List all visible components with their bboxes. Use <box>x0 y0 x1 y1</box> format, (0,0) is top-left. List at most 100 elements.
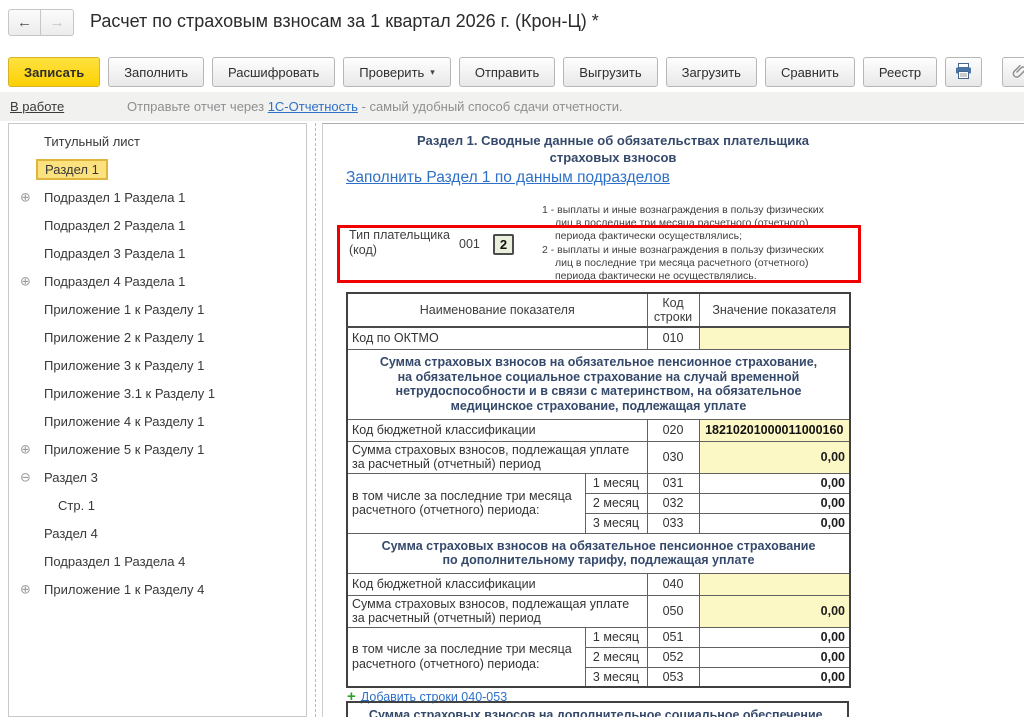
sidebar-item-section3[interactable]: ⊖ Раздел 3 <box>9 463 306 491</box>
month-label: 3 месяц <box>584 666 648 688</box>
chevron-down-icon: ▾ <box>430 66 435 77</box>
table-section1-header: Сумма страховых взносов на обязательное … <box>346 348 851 420</box>
sidebar-item-appendix2-1[interactable]: Приложение 2 к Разделу 1 <box>9 323 306 351</box>
table-row-oktmo: Код по ОКТМО 010 <box>346 326 851 350</box>
row-code: 040 <box>646 572 700 596</box>
row-code: 030 <box>646 440 700 474</box>
month-label: 3 месяц <box>584 512 648 534</box>
row-code: 033 <box>646 512 700 534</box>
compare-button[interactable]: Сравнить <box>764 57 855 87</box>
sidebar-item-appendix1-1[interactable]: Приложение 1 к Разделу 1 <box>9 295 306 323</box>
kbk-020-value-field[interactable]: 18210201000011000160 <box>698 418 851 442</box>
sidebar-item-label: Приложение 3.1 к Разделу 1 <box>44 385 216 401</box>
month-052-value-field[interactable]: 0,00 <box>698 646 851 668</box>
sidebar-item-label-active: Раздел 1 <box>36 158 108 180</box>
payer-type-input[interactable]: 2 <box>493 234 514 255</box>
forward-arrow-icon: → <box>49 14 65 31</box>
print-button[interactable] <box>945 57 983 87</box>
1c-reporting-link[interactable]: 1С-Отчетность <box>268 99 358 114</box>
sidebar-item-section4[interactable]: Раздел 4 <box>9 519 306 547</box>
toolbar: Записать Заполнить Расшифровать Проверит… <box>8 57 1024 87</box>
panel-splitter[interactable] <box>315 123 316 717</box>
sidebar-item-subsection3-1[interactable]: Подраздел 3 Раздела 1 <box>9 239 306 267</box>
attach-button[interactable] <box>1002 57 1024 87</box>
kbk-040-value-field[interactable] <box>698 572 851 596</box>
table-row-030: Сумма страховых взносов, подлежащая упла… <box>346 440 851 474</box>
sidebar-item-label: Подраздел 1 Раздела 4 <box>44 553 186 569</box>
app-window: ← → Расчет по страховым взносам за 1 ква… <box>0 0 1024 717</box>
table-row-050: Сумма страховых взносов, подлежащая упла… <box>346 594 851 628</box>
sidebar-item-label: Приложение 4 к Разделу 1 <box>44 413 205 429</box>
month-label: 2 месяц <box>584 646 648 668</box>
status-message-suffix: - самый удобный способ сдачи отчетности. <box>361 99 623 114</box>
row-code: 053 <box>646 666 700 688</box>
col-header-name: Наименование показателя <box>346 292 648 328</box>
sidebar-item-appendix1-4[interactable]: ⊕ Приложение 1 к Разделу 4 <box>9 575 306 603</box>
expand-plus-icon[interactable]: ⊕ <box>20 191 31 204</box>
month-label: 2 месяц <box>584 492 648 514</box>
forward-button[interactable]: → <box>41 9 74 36</box>
sidebar-item-label: Приложение 1 к Разделу 1 <box>44 301 205 317</box>
save-button[interactable]: Записать <box>8 57 101 87</box>
decipher-button[interactable]: Расшифровать <box>212 57 336 87</box>
row-name: Код бюджетной классификации <box>346 572 648 596</box>
section1-header-text: Сумма страховых взносов на обязательное … <box>346 348 851 420</box>
sidebar-item-label: Приложение 3 к Разделу 1 <box>44 357 205 373</box>
sidebar-item-section3-page1[interactable]: Стр. 1 <box>9 491 306 519</box>
sidebar-item-label: Раздел 4 <box>44 525 98 541</box>
sidebar-item-label: Подраздел 1 Раздела 1 <box>44 189 186 205</box>
sidebar-item-label: Титульный лист <box>44 133 141 149</box>
expand-plus-icon[interactable]: ⊕ <box>20 583 31 596</box>
row-code: 051 <box>646 626 700 648</box>
sidebar-item-subsection4-1[interactable]: ⊕ Подраздел 4 Раздела 1 <box>9 267 306 295</box>
sidebar-item-appendix3_1-1[interactable]: Приложение 3.1 к Разделу 1 <box>9 379 306 407</box>
oktmo-value-field[interactable] <box>698 326 851 350</box>
payer-type-hint-1: 1 - выплаты и иные вознаграждения в поль… <box>542 204 824 243</box>
total-050-value-field[interactable]: 0,00 <box>698 594 851 628</box>
col-header-code: Код строки <box>646 292 700 328</box>
month-051-value-field[interactable]: 0,00 <box>698 626 851 648</box>
export-button[interactable]: Выгрузить <box>563 57 658 87</box>
sidebar-item-appendix5-1[interactable]: ⊕ Приложение 5 к Разделу 1 <box>9 435 306 463</box>
registry-button[interactable]: Реестр <box>862 57 938 87</box>
row-name: Сумма страховых взносов, подлежащая упла… <box>346 440 648 474</box>
sidebar-item-label: Подраздел 4 Раздела 1 <box>44 273 186 289</box>
fill-button[interactable]: Заполнить <box>108 57 205 87</box>
sidebar-item-title-page[interactable]: Титульный лист <box>9 127 306 155</box>
status-bar: В работе Отправьте отчет через 1С-Отчетн… <box>0 92 1024 121</box>
section1-form: Раздел 1. Сводные данные об обязательств… <box>322 123 1024 717</box>
back-button[interactable]: ← <box>8 9 41 36</box>
expand-plus-icon[interactable]: ⊕ <box>20 443 31 456</box>
status-message: Отправьте отчет через 1С-Отчетность - са… <box>127 99 623 114</box>
month-053-value-field[interactable]: 0,00 <box>698 666 851 688</box>
sidebar-item-appendix3-1[interactable]: Приложение 3 к Разделу 1 <box>9 351 306 379</box>
sidebar-item-subsection2-1[interactable]: Подраздел 2 Раздела 1 <box>9 211 306 239</box>
check-button[interactable]: Проверить ▾ <box>343 57 451 87</box>
row-code: 020 <box>646 418 700 442</box>
back-arrow-icon: ← <box>17 14 32 31</box>
row-code: 031 <box>646 472 700 494</box>
sidebar-item-subsection1-1[interactable]: ⊕ Подраздел 1 Раздела 1 <box>9 183 306 211</box>
month-032-value-field[interactable]: 0,00 <box>698 492 851 514</box>
expand-plus-icon[interactable]: ⊕ <box>20 275 31 288</box>
sidebar-item-label: Подраздел 2 Раздела 1 <box>44 217 186 233</box>
row-name: Сумма страховых взносов, подлежащая упла… <box>346 594 648 628</box>
payer-type-label: Тип плательщика (код) <box>349 228 450 257</box>
sections-tree: Титульный лист Раздел 1 ⊕ Подраздел 1 Раз… <box>9 124 306 603</box>
report-state-link[interactable]: В работе <box>10 99 64 114</box>
col-header-value: Значение показателя <box>698 292 851 328</box>
fill-section1-link[interactable]: Заполнить Раздел 1 по данным подразделов <box>346 169 670 187</box>
total-030-value-field[interactable]: 0,00 <box>698 440 851 474</box>
nav-history-group: ← → <box>8 9 74 36</box>
import-button[interactable]: Загрузить <box>665 57 757 87</box>
sidebar-item-section1[interactable]: Раздел 1 <box>9 155 306 183</box>
month-033-value-field[interactable]: 0,00 <box>698 512 851 534</box>
paperclip-icon <box>1012 63 1024 82</box>
sidebar-item-appendix4-1[interactable]: Приложение 4 к Разделу 1 <box>9 407 306 435</box>
send-button[interactable]: Отправить <box>458 57 556 87</box>
month-label: 1 месяц <box>584 472 648 494</box>
row-code: 032 <box>646 492 700 514</box>
month-031-value-field[interactable]: 0,00 <box>698 472 851 494</box>
sidebar-item-subsection1-4[interactable]: Подраздел 1 Раздела 4 <box>9 547 306 575</box>
collapse-minus-icon[interactable]: ⊖ <box>20 471 31 484</box>
